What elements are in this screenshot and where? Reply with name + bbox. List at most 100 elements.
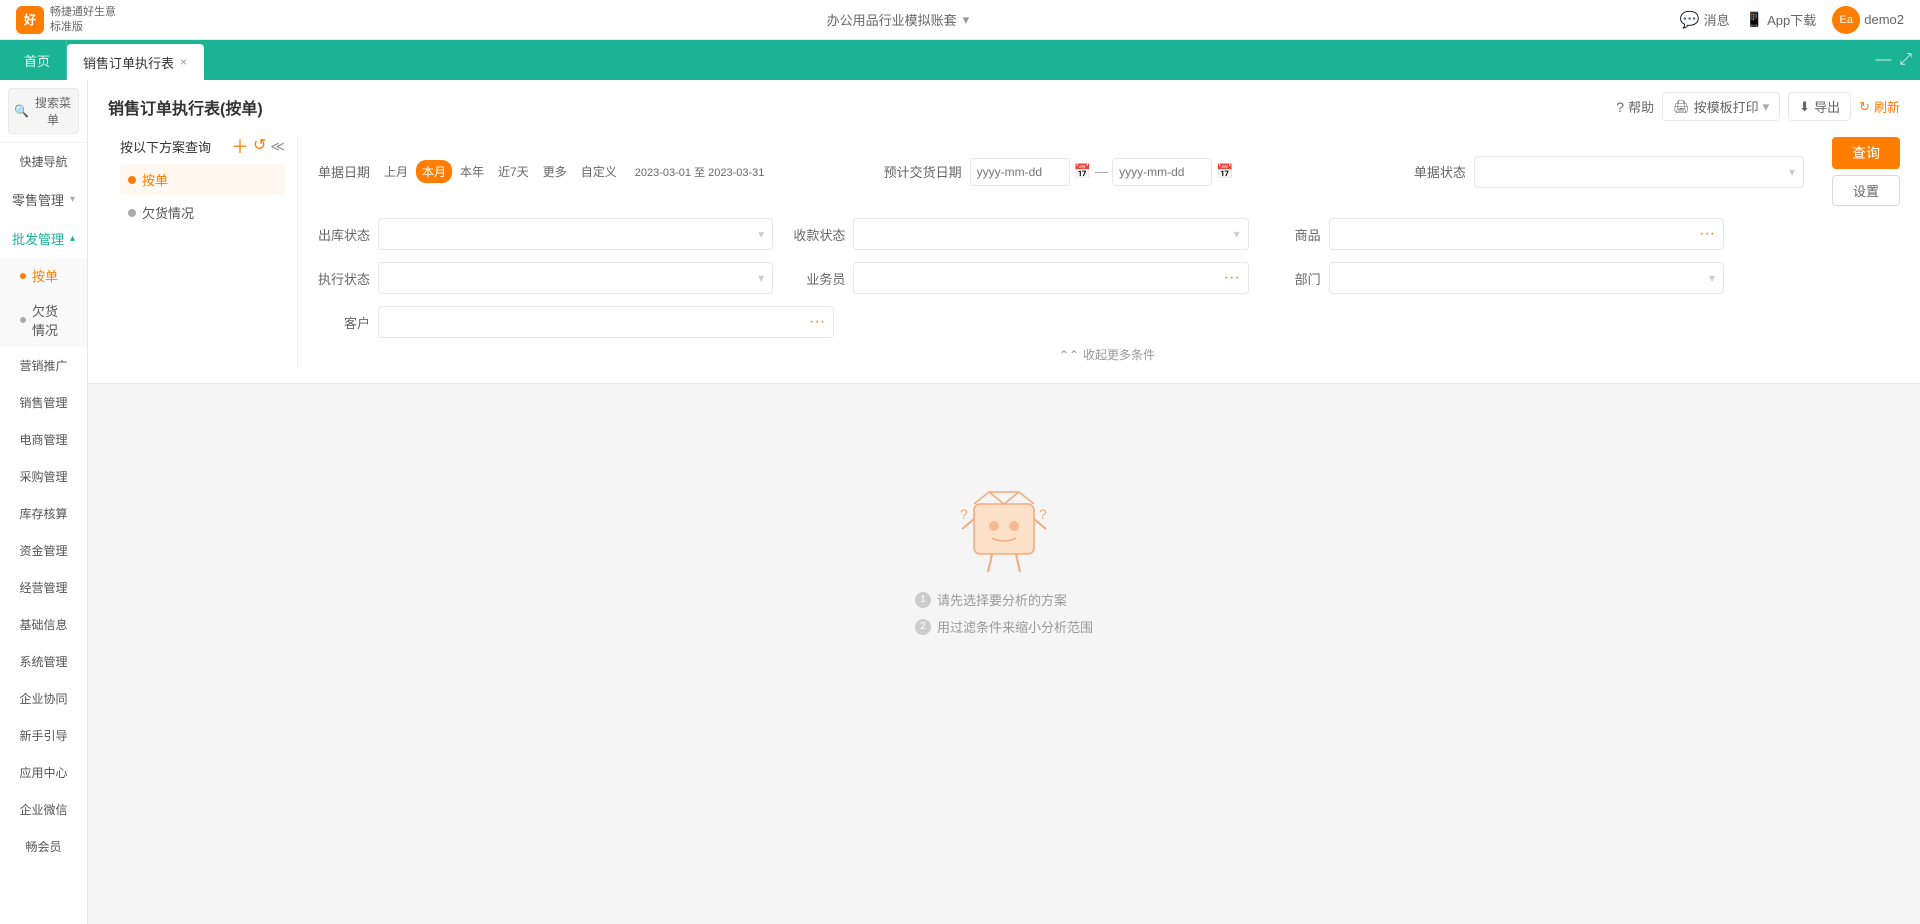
settings-btn[interactable]: 设置 (1832, 175, 1900, 206)
scheme-item-backorder[interactable]: 欠货情况 (120, 197, 285, 228)
sidebar-item-retail[interactable]: 零售管理 ▾ (0, 180, 87, 219)
sidebar-sub-item-backorder[interactable]: 欠货情况 (0, 293, 87, 347)
scheme-add-btn[interactable]: ＋ (231, 138, 249, 156)
message-label: 消息 (1704, 10, 1730, 29)
sidebar-sub-item-by-order[interactable]: 按单 (0, 258, 87, 293)
user-avatar-area[interactable]: Ea demo2 (1832, 6, 1904, 34)
tab-close-btn[interactable]: × (180, 55, 187, 69)
sidebar-item-guide[interactable]: 新手引导 (0, 717, 87, 754)
app-download-btn[interactable]: 📱 App下载 (1746, 10, 1817, 29)
status-select[interactable]: ▾ (1474, 156, 1804, 188)
filter-dept-field: 部门 ▾ (1265, 262, 1724, 294)
avatar-initials: Ea (1840, 14, 1853, 26)
date-tab-this-year[interactable]: 本年 (454, 160, 490, 183)
print-btn[interactable]: 🖨 按模板打印 ▾ (1662, 92, 1780, 121)
top-bar-left: 好 畅捷通好生意 标准版 (16, 5, 116, 34)
collapse-btn[interactable]: ⌃⌃ 收起更多条件 (1059, 346, 1155, 363)
date-tab-7days[interactable]: 近7天 (492, 160, 535, 183)
refresh-icon: ↻ (1859, 99, 1870, 115)
sidebar-item-basic[interactable]: 基础信息 (0, 606, 87, 643)
export-btn[interactable]: ⬇ 导出 (1788, 92, 1851, 121)
product-label: 商品 (1265, 225, 1321, 244)
sidebar-item-quick-nav[interactable]: 快捷导航 (0, 143, 87, 180)
sidebar-item-member[interactable]: 畅会员 (0, 828, 87, 865)
workspace-dropdown-icon[interactable]: ▾ (963, 12, 970, 28)
date-tab-this-month[interactable]: 本月 (416, 160, 452, 183)
logo-area: 好 畅捷通好生意 标准版 (16, 5, 116, 34)
expected-date-start[interactable] (970, 158, 1070, 186)
page-header-actions: ? 帮助 🖨 按模板打印 ▾ ⬇ 导出 ↻ 刷新 (1616, 92, 1900, 121)
customer-input[interactable]: ··· (378, 306, 834, 338)
expected-date-inputs: 📅 — 📅 (970, 158, 1234, 186)
tab-maximize-btn[interactable]: ⤢ (1899, 51, 1912, 69)
filter-date-field: 单据日期 上月 本月 本年 近7天 更多 自定义 2023-03-01 至 20… (314, 160, 866, 183)
delivery-status-select[interactable]: ▾ (378, 218, 773, 250)
sidebar-item-ecommerce[interactable]: 电商管理 (0, 421, 87, 458)
payment-status-chevron: ▾ (1234, 227, 1240, 241)
tab-active[interactable]: 销售订单执行表 × (67, 44, 204, 80)
refresh-btn[interactable]: ↻ 刷新 (1859, 97, 1900, 116)
app-download-label: App下载 (1767, 10, 1816, 29)
scheme-dot-icon (128, 176, 136, 184)
filter-row-1: 单据日期 上月 本月 本年 近7天 更多 自定义 2023-03-01 至 20… (314, 137, 1900, 206)
sidebar-item-purchase[interactable]: 采购管理 (0, 458, 87, 495)
date-tab-more[interactable]: 更多 (537, 160, 573, 183)
calendar-start-icon[interactable]: 📅 (1074, 163, 1091, 180)
scheme-title-text: 按以下方案查询 (120, 137, 211, 156)
exec-status-chevron: ▾ (758, 271, 764, 285)
exec-status-select[interactable]: ▾ (378, 262, 773, 294)
filter-product-field: 商品 ··· (1265, 218, 1724, 250)
sidebar-item-enterprise[interactable]: 企业协同 (0, 680, 87, 717)
help-btn[interactable]: ? 帮助 (1616, 97, 1654, 116)
search-icon: 🔍 (14, 104, 29, 118)
filter-payment-status: 收款状态 ▾ (789, 218, 1248, 250)
tab-bar-actions: — ⤢ (1875, 51, 1912, 69)
search-menu-btn[interactable]: 🔍 搜索菜单 (8, 88, 79, 134)
customer-more-icon[interactable]: ··· (809, 313, 825, 331)
payment-status-select[interactable]: ▾ (853, 218, 1248, 250)
date-tab-last-month[interactable]: 上月 (378, 160, 414, 183)
status-label: 单据状态 (1410, 162, 1466, 181)
filter-delivery-status: 出库状态 ▾ (314, 218, 773, 250)
filter-main: 单据日期 上月 本月 本年 近7天 更多 自定义 2023-03-01 至 20… (298, 137, 1900, 367)
sidebar-item-operations[interactable]: 经营管理 (0, 569, 87, 606)
scheme-item-by-order[interactable]: 按单 (120, 164, 285, 195)
scheme-list: 按单 欠货情况 (120, 164, 285, 228)
sidebar-item-wechat[interactable]: 企业微信 (0, 791, 87, 828)
salesperson-input[interactable]: ··· (853, 262, 1248, 294)
logo-text: 畅捷通好生意 标准版 (50, 5, 116, 34)
print-dropdown-icon[interactable]: ▾ (1763, 99, 1770, 115)
sidebar-item-system[interactable]: 系统管理 (0, 643, 87, 680)
tab-home[interactable]: 首页 (8, 40, 67, 80)
sidebar-item-sales[interactable]: 销售管理 (0, 384, 87, 421)
dept-select[interactable]: ▾ (1329, 262, 1724, 294)
delivery-status-label: 出库状态 (314, 225, 370, 244)
collapse-icon: ⌃⌃ (1059, 348, 1079, 362)
message-btn[interactable]: 💬 消息 (1680, 10, 1730, 30)
sidebar-item-marketing[interactable]: 营销推广 (0, 347, 87, 384)
sidebar-item-inventory[interactable]: 库存核算 (0, 495, 87, 532)
sidebar-item-appstore[interactable]: 应用中心 (0, 754, 87, 791)
query-btn[interactable]: 查询 (1832, 137, 1900, 169)
scheme-collapse-btn[interactable]: ≪ (270, 138, 285, 156)
scheme-panel: 按以下方案查询 ＋ ↺ ≪ 按单 (108, 137, 298, 367)
empty-icon-svg: ? ? (954, 464, 1054, 574)
content-area: 销售订单执行表(按单) ? 帮助 🖨 按模板打印 ▾ ⬇ 导出 ↻ (88, 80, 1920, 924)
payment-status-label: 收款状态 (789, 225, 845, 244)
page-header-left: 销售订单执行表(按单) (108, 95, 263, 119)
message-icon: 💬 (1680, 10, 1700, 30)
print-icon: 🖨 (1673, 99, 1690, 115)
sidebar-item-wholesale[interactable]: 批发管理 ▴ (0, 219, 87, 258)
expected-date-end[interactable] (1112, 158, 1212, 186)
salesperson-label: 业务员 (789, 269, 845, 288)
top-bar-right: 💬 消息 📱 App下载 Ea demo2 (1680, 6, 1904, 34)
salesperson-more-icon[interactable]: ··· (1224, 269, 1240, 287)
empty-tip-1: 1 请先选择要分析的方案 (915, 590, 1093, 609)
calendar-end-icon[interactable]: 📅 (1216, 163, 1233, 180)
scheme-refresh-btn[interactable]: ↺ (253, 138, 266, 156)
sidebar-item-finance[interactable]: 资金管理 (0, 532, 87, 569)
date-tab-custom[interactable]: 自定义 (575, 160, 623, 183)
tab-minimize-btn[interactable]: — (1875, 51, 1891, 69)
product-more-icon[interactable]: ··· (1699, 225, 1715, 243)
product-input[interactable]: ··· (1329, 218, 1724, 250)
